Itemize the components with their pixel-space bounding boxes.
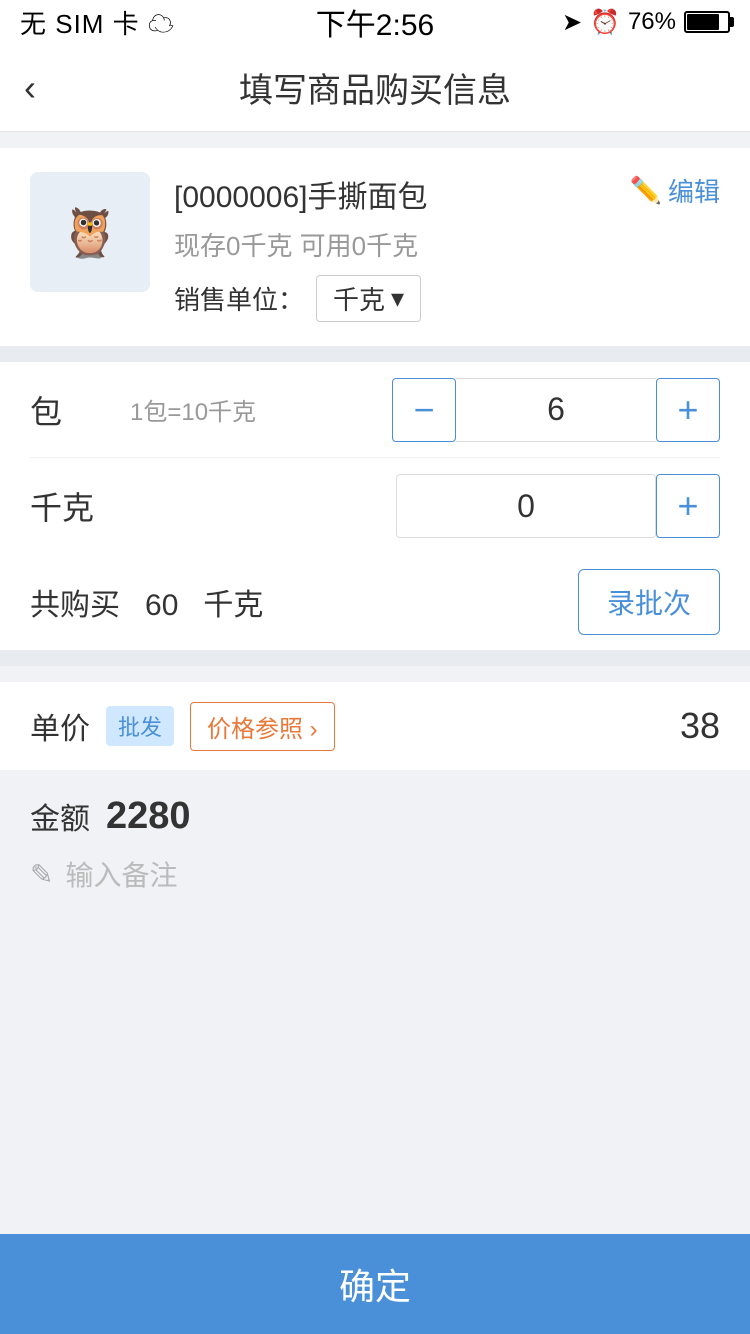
bag-input-row: 包 1包=10千克 − + <box>30 362 720 458</box>
bag-hint: 1包=10千克 <box>130 392 372 427</box>
edit-icon: ✏️ <box>630 175 662 206</box>
content-spacer <box>0 910 750 1210</box>
price-reference-button[interactable]: 价格参照 › <box>190 702 335 751</box>
price-value: 38 <box>680 705 720 747</box>
kg-qty-input[interactable] <box>396 474 656 538</box>
product-logo-icon: 🦉 <box>60 204 120 261</box>
total-label-text: 共购买 <box>30 589 120 622</box>
total-label: 共购买 60 千克 <box>30 580 263 624</box>
amount-value: 2280 <box>106 795 191 838</box>
dropdown-icon: ▾ <box>391 283 404 314</box>
kg-label: 千克 <box>30 483 110 529</box>
amount-label: 金额 <box>30 794 90 838</box>
unit-value: 千克 <box>333 280 385 317</box>
confirm-bar[interactable]: 确定 <box>0 1234 750 1334</box>
status-right: ➤ ⏰ 76% <box>562 8 730 37</box>
page-title: 填写商品购买信息 <box>239 63 511 112</box>
back-button[interactable]: ‹ <box>24 67 36 109</box>
product-stock: 现存0千克 可用0千克 <box>174 226 720 263</box>
record-batch-button[interactable]: 录批次 <box>578 569 720 635</box>
battery-percent: 76% <box>628 8 676 36</box>
product-card: 🦉 [0000006]手撕面包 现存0千克 可用0千克 销售单位： 千克 ▾ ✏… <box>0 148 750 346</box>
edit-label: 编辑 <box>668 172 720 209</box>
section-divider-2 <box>0 650 750 666</box>
total-row: 共购买 60 千克 录批次 <box>0 554 750 650</box>
total-unit: 千克 <box>203 589 263 622</box>
status-left: 无 SIM 卡 ☁ <box>20 4 175 41</box>
bag-qty-input[interactable] <box>456 378 656 442</box>
location-icon: ➤ <box>562 8 582 37</box>
input-section: 包 1包=10千克 − + 千克 + <box>0 362 750 554</box>
price-row: 单价 批发 价格参照 › 38 <box>30 682 720 770</box>
bag-qty-control: − + <box>392 378 720 442</box>
note-row[interactable]: ✎ 输入备注 <box>30 854 720 894</box>
price-section: 单价 批发 价格参照 › 38 <box>0 682 750 770</box>
unit-label: 销售单位： <box>174 280 304 317</box>
price-label: 单价 <box>30 704 90 748</box>
section-divider-1 <box>0 346 750 362</box>
battery-icon <box>684 11 730 33</box>
amount-row: 金额 2280 <box>30 794 720 838</box>
kg-increment-button[interactable]: + <box>656 474 720 538</box>
bag-increment-button[interactable]: + <box>656 378 720 442</box>
amount-section: 金额 2280 ✎ 输入备注 <box>0 770 750 910</box>
edit-button[interactable]: ✏️ 编辑 <box>630 172 720 209</box>
unit-select[interactable]: 千克 ▾ <box>316 275 421 322</box>
product-image: 🦉 <box>30 172 150 292</box>
kg-input-row: 千克 + <box>30 458 720 554</box>
status-time: 下午2:56 <box>316 0 434 44</box>
nav-bar: ‹ 填写商品购买信息 <box>0 44 750 132</box>
product-unit-row: 销售单位： 千克 ▾ <box>174 275 720 322</box>
note-placeholder: 输入备注 <box>65 854 177 894</box>
bag-label: 包 <box>30 387 110 433</box>
kg-qty-control: + <box>396 474 720 538</box>
alarm-icon: ⏰ <box>590 8 620 37</box>
pencil-icon: ✎ <box>30 858 53 891</box>
confirm-button-label: 确定 <box>339 1258 411 1310</box>
price-tag: 批发 <box>106 706 174 746</box>
total-amount: 60 <box>145 589 178 622</box>
status-bar: 无 SIM 卡 ☁ 下午2:56 ➤ ⏰ 76% <box>0 0 750 44</box>
bag-decrement-button[interactable]: − <box>392 378 456 442</box>
